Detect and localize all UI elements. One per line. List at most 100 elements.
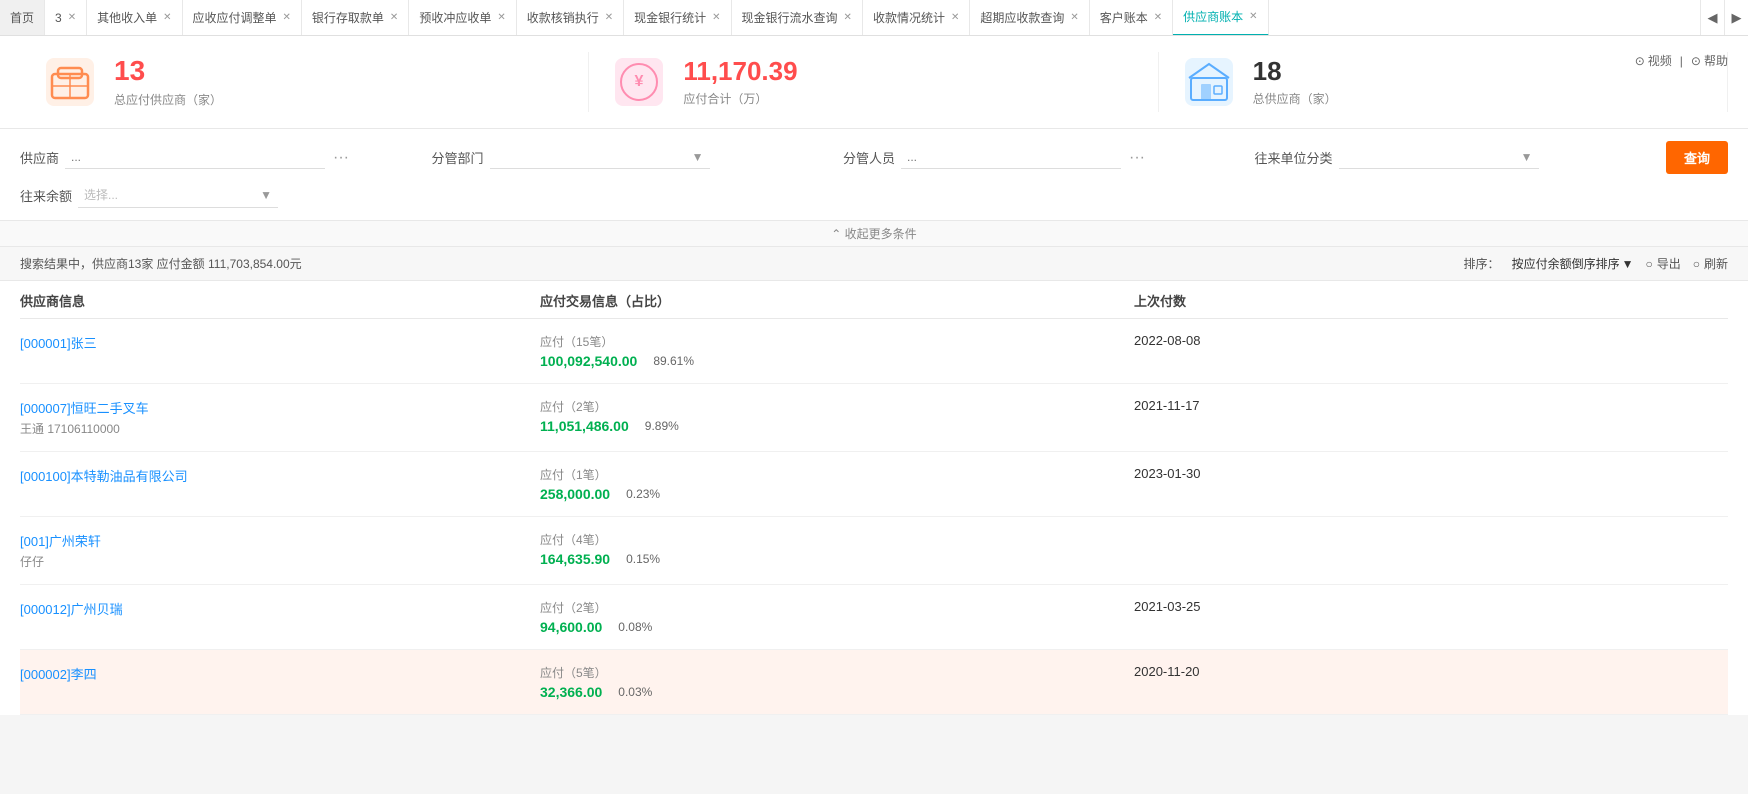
ap-total-amount: 11,170.39: [683, 57, 797, 86]
category-filter-select[interactable]: ▼: [1339, 146, 1539, 169]
tx-cell-5: 应付（5笔） 32,366.00 0.03%: [540, 664, 1134, 700]
tx-cell-4: 应付（2笔） 94,600.00 0.08%: [540, 599, 1134, 635]
search-button[interactable]: 查询: [1666, 141, 1728, 174]
nav-tab-other-income[interactable]: 其他收入单 ✕: [87, 0, 182, 36]
supplier-link-4[interactable]: [000012]广州贝瑞: [20, 602, 123, 617]
help-icon: ⊙: [1691, 54, 1701, 68]
tx-cell-2: 应付（1笔） 258,000.00 0.23%: [540, 466, 1134, 502]
supplier-filter-label: 供应商: [20, 148, 59, 167]
close-tab-other-income[interactable]: ✕: [163, 12, 171, 23]
table-area: 供应商信息 应付交易信息（占比） 上次付数 [000001]张三 应付（15笔）…: [0, 281, 1748, 715]
table-row: [000002]李四 应付（5笔） 32,366.00 0.03% 2020-1…: [20, 650, 1728, 715]
nav-tab-cash-flow[interactable]: 现金银行流水查询 ✕: [732, 0, 863, 36]
nav-tab-prepay-ar[interactable]: 预收冲应收单 ✕: [409, 0, 516, 36]
dept-filter-select[interactable]: ▼: [490, 146, 710, 169]
last-pay-5: 2020-11-20: [1134, 664, 1728, 679]
ap-amount-info: 11,170.39 应付合计（万）: [683, 57, 797, 107]
close-tab-ar-ap-adjust[interactable]: ✕: [283, 12, 291, 23]
ap-amount-label: 应付合计（万）: [683, 90, 797, 107]
supplier-cell-4: [000012]广州贝瑞: [20, 599, 540, 618]
filter-category: 往来单位分类 ▼: [1255, 146, 1651, 169]
tx-cell-1: 应付（2笔） 11,051,486.00 9.89%: [540, 398, 1134, 434]
nav-tab-supplier-account[interactable]: 供应商账本 ✕: [1173, 0, 1268, 36]
help-link[interactable]: ⊙ 帮助: [1691, 52, 1728, 69]
filter-supplier: 供应商 ···: [20, 146, 416, 169]
ap-supplier-icon: [40, 52, 100, 112]
category-dropdown-icon: ▼: [1521, 150, 1533, 164]
nav-tab-cash-stats[interactable]: 现金银行统计 ✕: [624, 0, 731, 36]
last-pay-2: 2023-01-30: [1134, 466, 1728, 481]
balance-filter-select[interactable]: 选择... ▼: [78, 182, 278, 208]
col-header-tx: 应付交易信息（占比）: [540, 291, 1134, 310]
close-tab-bank-deposit[interactable]: ✕: [390, 12, 398, 23]
export-button[interactable]: ○ 导出: [1645, 255, 1680, 272]
summary-area: 13 总应付供应商（家） ¥ 11,170.39 应付合计（万）: [0, 36, 1748, 129]
top-right-links: ⊙ 视频 | ⊙ 帮助: [1635, 52, 1728, 69]
close-tab-collection-exec[interactable]: ✕: [605, 12, 613, 23]
close-tab-cash-flow[interactable]: ✕: [844, 12, 852, 23]
total-supplier-count: 18: [1253, 57, 1337, 86]
supplier-link-1[interactable]: [000007]恒旺二手叉车: [20, 401, 149, 416]
tx-cell-3: 应付（4笔） 164,635.90 0.15%: [540, 531, 1134, 567]
close-tab-cash-stats[interactable]: ✕: [712, 12, 720, 23]
balance-dropdown-icon: ▼: [260, 188, 272, 202]
nav-tab-3[interactable]: 3 ✕: [45, 0, 87, 36]
filter-person: 分管人员 ···: [843, 146, 1239, 169]
dept-dropdown-icon: ▼: [692, 150, 704, 164]
total-supplier-icon: [1179, 52, 1239, 112]
filter-row-1: 供应商 ··· 分管部门 ▼ 分管人员 ··· 往来单位分类 ▼ 查询: [20, 141, 1728, 174]
table-row: [001]广州荣轩 仔仔 应付（4笔） 164,635.90 0.15%: [20, 517, 1728, 585]
close-tab-overdue-ar[interactable]: ✕: [1070, 12, 1078, 23]
tx-cell-0: 应付（15笔） 100,092,540.00 89.61%: [540, 333, 1134, 369]
ap-supplier-info: 13 总应付供应商（家）: [114, 56, 222, 108]
top-navigation: 首页 3 ✕ 其他收入单 ✕ 应收应付调整单 ✕ 银行存取款单 ✕ 预收冲应收单…: [0, 0, 1748, 36]
video-icon: ⊙: [1635, 54, 1645, 68]
refresh-icon: ○: [1693, 257, 1700, 271]
balance-filter-label: 往来余额: [20, 186, 72, 205]
svg-text:¥: ¥: [635, 73, 644, 90]
nav-next-button[interactable]: ▶: [1724, 0, 1748, 36]
nav-tab-collection-exec[interactable]: 收款核销执行 ✕: [517, 0, 624, 36]
supplier-link-0[interactable]: [000001]张三: [20, 336, 97, 351]
person-filter-label: 分管人员: [843, 148, 895, 167]
supplier-link-2[interactable]: [000100]本特勒油品有限公司: [20, 469, 188, 484]
sort-label: 排序：: [1464, 255, 1500, 272]
collapse-bar[interactable]: ⌃ 收起更多条件: [0, 221, 1748, 247]
close-tab-supplier-account[interactable]: ✕: [1249, 11, 1257, 22]
nav-tab-collection-stats[interactable]: 收款情况统计 ✕: [863, 0, 970, 36]
filter-area: 供应商 ··· 分管部门 ▼ 分管人员 ··· 往来单位分类 ▼ 查询: [0, 129, 1748, 221]
filter-dept: 分管部门 ▼: [432, 146, 828, 169]
table-row: [000007]恒旺二手叉车 王通 17106110000 应付（2笔） 11,…: [20, 384, 1728, 452]
supplier-link-3[interactable]: [001]广州荣轩: [20, 534, 101, 549]
close-tab-prepay-ar[interactable]: ✕: [497, 12, 505, 23]
col-header-supplier: 供应商信息: [20, 291, 540, 310]
nav-tab-overdue-ar[interactable]: 超期应收款查询 ✕: [970, 0, 1089, 36]
nav-tab-bank-deposit[interactable]: 银行存取款单 ✕: [302, 0, 409, 36]
ap-supplier-count: 13: [114, 56, 222, 87]
supplier-cell-0: [000001]张三: [20, 333, 540, 352]
result-bar-right: 排序： 按应付余额倒序排序 ▼ ○ 导出 ○ 刷新: [1464, 255, 1728, 272]
close-tab-collection-stats[interactable]: ✕: [951, 12, 959, 23]
filter-row-2: 往来余额 选择... ▼: [20, 182, 1728, 208]
nav-tab-customer-account[interactable]: 客户账本 ✕: [1090, 0, 1173, 36]
total-supplier-info: 18 总供应商（家）: [1253, 57, 1337, 107]
person-filter-input[interactable]: [901, 146, 1121, 169]
supplier-cell-3: [001]广州荣轩 仔仔: [20, 531, 540, 570]
ap-supplier-label: 总应付供应商（家）: [114, 91, 222, 108]
sort-value[interactable]: 按应付余额倒序排序 ▼: [1512, 255, 1634, 272]
nav-tab-home[interactable]: 首页: [0, 0, 45, 36]
supplier-filter-dots: ···: [333, 149, 349, 167]
table-header: 供应商信息 应付交易信息（占比） 上次付数: [20, 281, 1728, 319]
table-row: [000012]广州贝瑞 应付（2笔） 94,600.00 0.08% 2021…: [20, 585, 1728, 650]
nav-prev-button[interactable]: ◀: [1700, 0, 1724, 36]
filter-balance: 往来余额 选择... ▼: [20, 182, 340, 208]
close-tab-customer-account[interactable]: ✕: [1154, 12, 1162, 23]
dept-filter-label: 分管部门: [432, 148, 484, 167]
col-header-last-pay: 上次付数: [1134, 291, 1728, 310]
nav-tab-ar-ap-adjust[interactable]: 应收应付调整单 ✕: [183, 0, 302, 36]
supplier-filter-input[interactable]: [65, 146, 325, 169]
close-tab-3[interactable]: ✕: [68, 12, 76, 23]
video-link[interactable]: ⊙ 视频: [1635, 52, 1672, 69]
supplier-link-5[interactable]: [000002]李四: [20, 667, 97, 682]
refresh-button[interactable]: ○ 刷新: [1693, 255, 1728, 272]
